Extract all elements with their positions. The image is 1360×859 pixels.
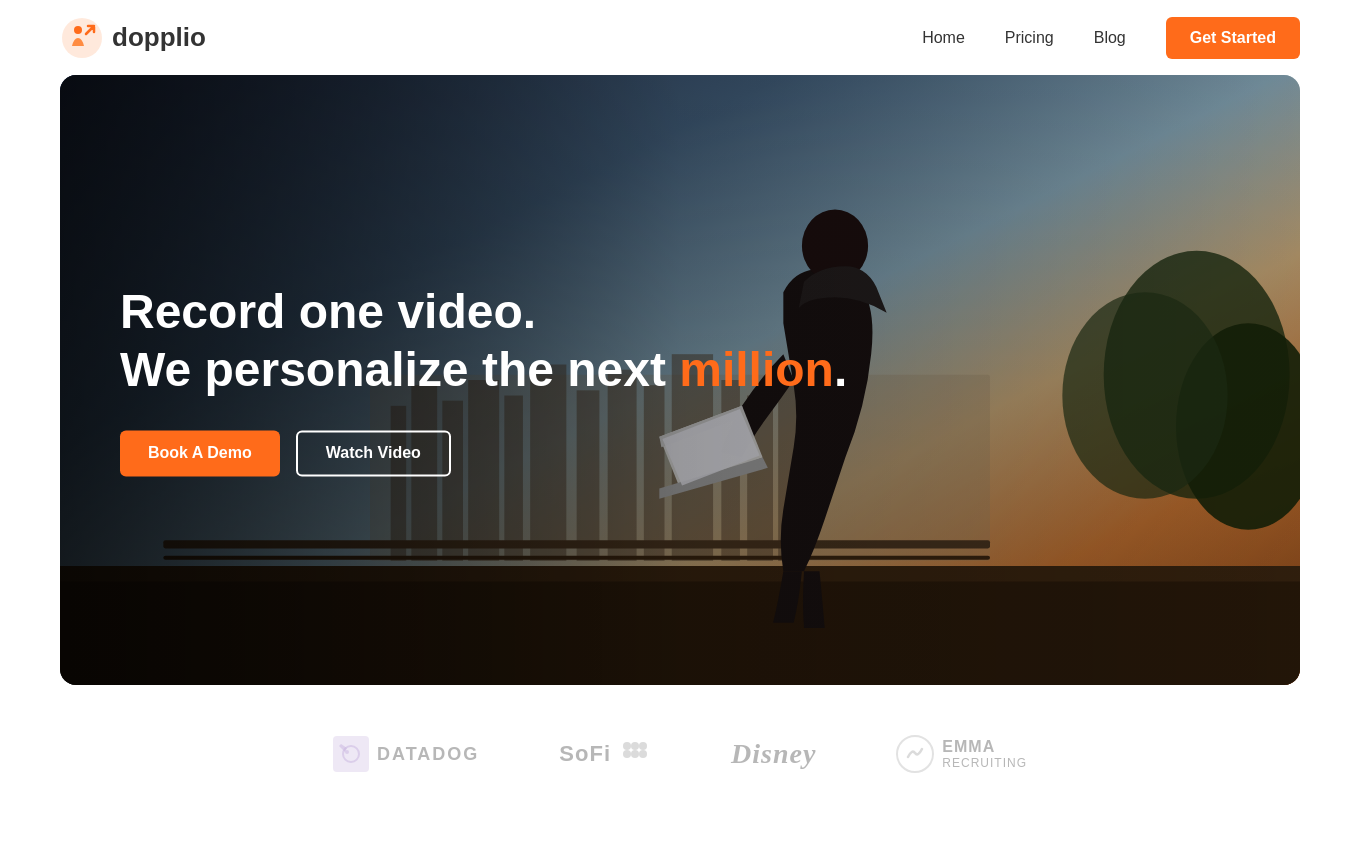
svg-point-29 bbox=[623, 742, 631, 750]
nav-home[interactable]: Home bbox=[922, 29, 965, 47]
svg-point-21 bbox=[802, 210, 868, 282]
datadog-logo: DATADOG bbox=[333, 736, 479, 772]
svg-point-28 bbox=[345, 750, 349, 754]
svg-point-33 bbox=[631, 750, 639, 758]
svg-rect-17 bbox=[60, 571, 1300, 685]
nav-links: Home Pricing Blog Get Started bbox=[922, 17, 1300, 59]
svg-rect-20 bbox=[163, 556, 990, 560]
logo-text: dopplio bbox=[112, 22, 206, 53]
hero-buttons: Book A Demo Watch Video bbox=[120, 431, 847, 477]
svg-point-0 bbox=[62, 18, 102, 58]
hero-content: Record one video. We personalize the nex… bbox=[120, 283, 847, 476]
emma-label-line2: RECRUITING bbox=[942, 756, 1027, 770]
sofi-icon bbox=[619, 738, 651, 770]
navbar: dopplio Home Pricing Blog Get Started bbox=[0, 0, 1360, 75]
svg-rect-26 bbox=[333, 736, 369, 772]
emma-label-line1: EMMA bbox=[942, 738, 1027, 756]
get-started-button[interactable]: Get Started bbox=[1166, 17, 1300, 59]
sofi-label: SoFi bbox=[559, 741, 611, 767]
nav-blog[interactable]: Blog bbox=[1094, 29, 1126, 47]
svg-rect-18 bbox=[60, 566, 1300, 582]
svg-point-34 bbox=[639, 750, 647, 758]
hero-title-suffix: . bbox=[834, 343, 847, 396]
book-demo-button[interactable]: Book A Demo bbox=[120, 431, 280, 477]
datadog-label: DATADOG bbox=[377, 744, 479, 765]
sofi-logo: SoFi bbox=[559, 738, 651, 770]
emma-text: EMMA RECRUITING bbox=[942, 738, 1027, 770]
svg-rect-19 bbox=[163, 540, 990, 548]
svg-point-1 bbox=[74, 26, 82, 34]
svg-point-30 bbox=[631, 742, 639, 750]
svg-point-31 bbox=[639, 742, 647, 750]
logo-icon bbox=[60, 16, 104, 60]
hero-title: Record one video. We personalize the nex… bbox=[120, 283, 847, 398]
svg-point-23 bbox=[1104, 251, 1290, 499]
hero-title-line2: We personalize the next million. bbox=[120, 341, 847, 399]
watch-video-button[interactable]: Watch Video bbox=[296, 431, 451, 477]
logos-section: DATADOG SoFi Disney EMMA RECRUITING bbox=[0, 685, 1360, 823]
emma-icon bbox=[896, 735, 934, 773]
hero-title-prefix: We personalize the next bbox=[120, 343, 679, 396]
svg-point-24 bbox=[1176, 323, 1300, 530]
emma-logo: EMMA RECRUITING bbox=[896, 735, 1027, 773]
datadog-icon bbox=[333, 736, 369, 772]
disney-label: Disney bbox=[731, 738, 816, 770]
hero-title-line1: Record one video. bbox=[120, 285, 536, 338]
svg-point-25 bbox=[1062, 292, 1227, 499]
disney-logo: Disney bbox=[731, 738, 816, 770]
hero-section: Record one video. We personalize the nex… bbox=[60, 75, 1300, 685]
logo[interactable]: dopplio bbox=[60, 16, 206, 60]
svg-point-32 bbox=[623, 750, 631, 758]
nav-pricing[interactable]: Pricing bbox=[1005, 29, 1054, 47]
hero-title-accent: million bbox=[679, 343, 834, 396]
